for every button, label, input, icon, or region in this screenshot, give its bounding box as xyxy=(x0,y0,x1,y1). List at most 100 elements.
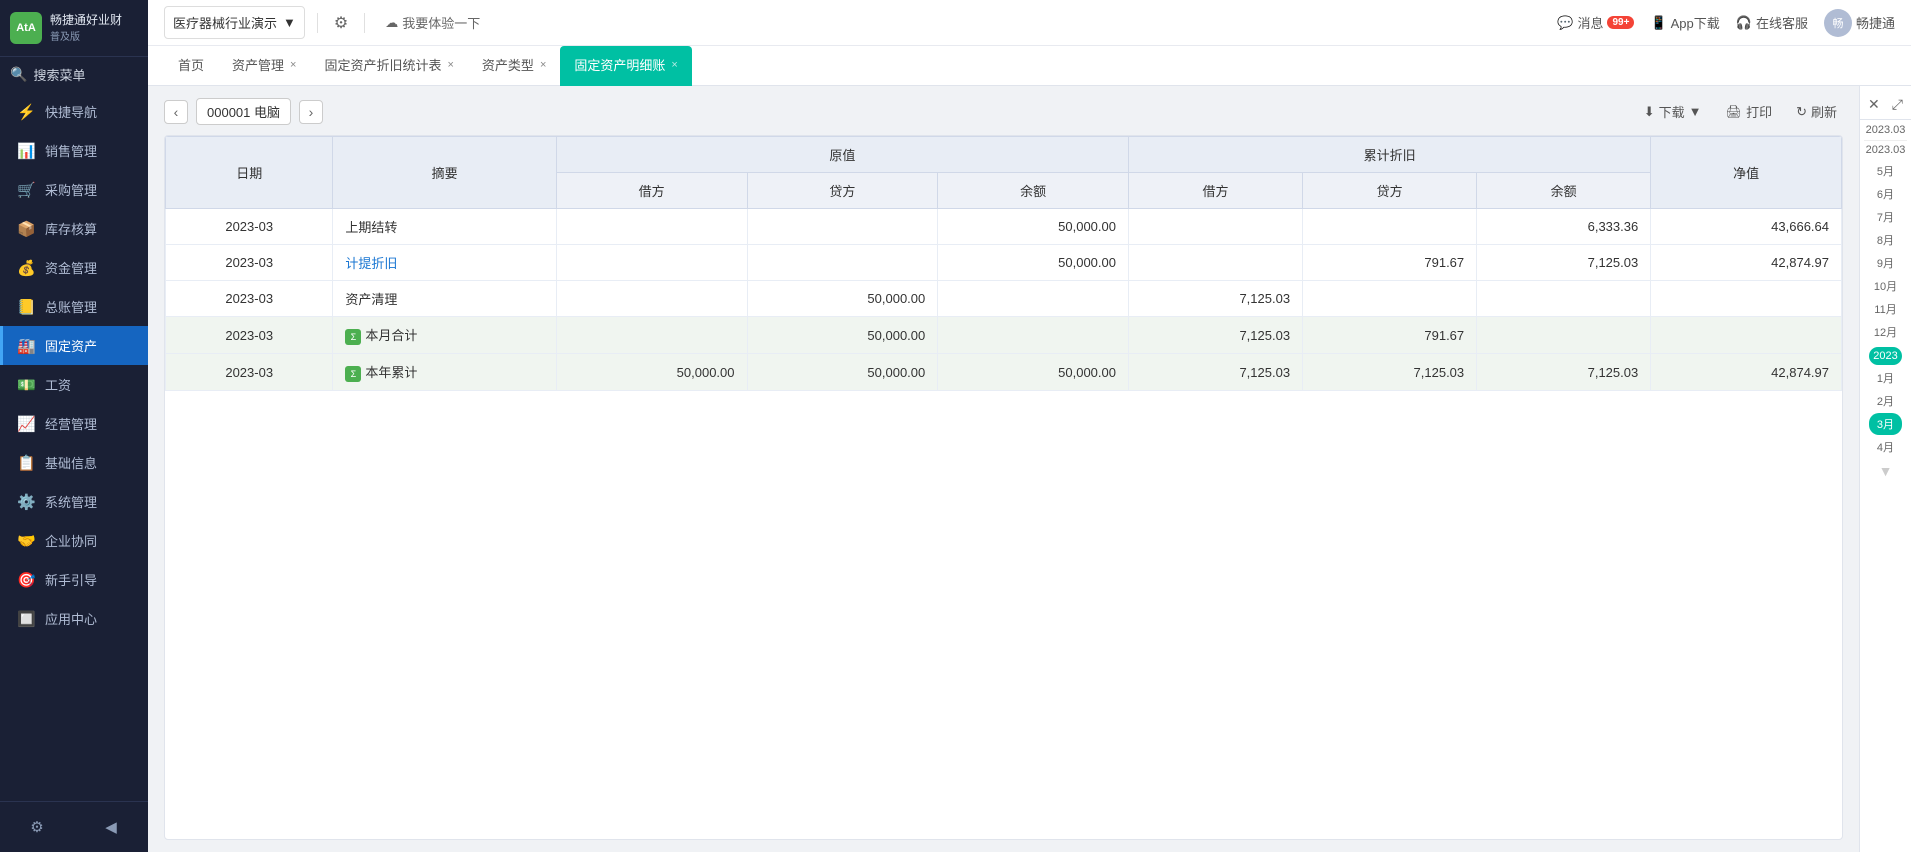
col-dep-debit: 借方 xyxy=(1128,173,1302,209)
settings-bottom-icon: ⚙ xyxy=(30,819,43,836)
tab-close-icon[interactable]: × xyxy=(447,59,453,71)
tab-close-icon[interactable]: × xyxy=(671,59,677,71)
settings-bottom-btn[interactable]: ⚙ xyxy=(0,810,74,844)
tab-asset-type[interactable]: 资产类型 × xyxy=(468,46,560,86)
message-badge: 99+ xyxy=(1607,16,1634,29)
timeline-month-4[interactable]: 4月 xyxy=(1869,436,1901,458)
timeline-year-badge[interactable]: 2023 xyxy=(1869,347,1901,365)
app-center-icon: 🔲 xyxy=(17,610,35,628)
col-date: 日期 xyxy=(166,137,333,209)
col-original-value: 原值 xyxy=(556,137,1128,173)
sidebar-item-purchase[interactable]: 🛒 采购管理 xyxy=(0,170,148,209)
timeline-month-10[interactable]: 10月 xyxy=(1869,275,1901,297)
cell-orig-debit xyxy=(556,245,747,281)
message-icon: 💬 xyxy=(1557,15,1573,31)
sidebar-scroll: 📊 销售管理 🛒 采购管理 📦 库存核算 💰 资金管理 📒 总账管理 🏭 固定资… xyxy=(0,131,148,801)
sidebar-item-system[interactable]: ⚙️ 系统管理 xyxy=(0,482,148,521)
next-asset-btn[interactable]: › xyxy=(299,100,323,124)
table-row: 2023-03 资产清理 50,000.00 7,125.03 xyxy=(166,281,1842,317)
panel-close-icon[interactable]: ✕ xyxy=(1866,94,1882,115)
cell-dep-balance: 7,125.03 xyxy=(1477,354,1651,391)
search-menu[interactable]: 🔍 搜索菜单 xyxy=(0,57,148,92)
experience-btn[interactable]: ☁ 我要体验一下 xyxy=(385,13,480,32)
panel-expand-icon[interactable]: ⤢ xyxy=(1890,94,1905,115)
sidebar-item-label: 企业协同 xyxy=(45,531,97,550)
asset-code-tag: 000001 电脑 xyxy=(196,98,291,125)
message-btn[interactable]: 💬 消息 99+ xyxy=(1557,13,1634,32)
timeline-month-8[interactable]: 8月 xyxy=(1869,229,1901,251)
sidebar-item-label: 基础信息 xyxy=(45,453,97,472)
sidebar-item-label: 采购管理 xyxy=(45,180,97,199)
timeline-month-3[interactable]: 3月 xyxy=(1869,413,1901,435)
inventory-icon: 📦 xyxy=(17,220,35,238)
sidebar-item-guide[interactable]: 🎯 新手引导 xyxy=(0,560,148,599)
tab-home[interactable]: 首页 xyxy=(164,46,218,86)
search-icon: 🔍 xyxy=(10,66,27,83)
cell-orig-balance: 50,000.00 xyxy=(938,209,1129,245)
timeline-month-12[interactable]: 12月 xyxy=(1869,321,1901,343)
cell-date: 2023-03 xyxy=(166,245,333,281)
tab-asset-detail[interactable]: 固定资产明细账 × xyxy=(560,46,691,86)
timeline-month-9[interactable]: 9月 xyxy=(1869,252,1901,274)
timeline-month-2[interactable]: 2月 xyxy=(1869,390,1901,412)
sidebar-item-app-center[interactable]: 🔲 应用中心 xyxy=(0,599,148,638)
tab-close-icon[interactable]: × xyxy=(540,59,546,71)
sidebar-item-label: 工资 xyxy=(45,375,71,394)
download-btn[interactable]: ⬇ 下载 ▼ xyxy=(1638,98,1708,125)
sidebar-item-basic-info[interactable]: 📋 基础信息 xyxy=(0,443,148,482)
sidebar-item-ledger[interactable]: 📒 总账管理 xyxy=(0,287,148,326)
tabs-bar: 首页 资产管理 × 固定资产折旧统计表 × 资产类型 × 固定资产明细账 × xyxy=(148,46,1911,86)
content-area: ‹ 000001 电脑 › ⬇ 下载 ▼ 🖨 打印 ↻ xyxy=(148,86,1911,852)
cell-net-value xyxy=(1651,317,1842,354)
sidebar-item-inventory[interactable]: 📦 库存核算 xyxy=(0,209,148,248)
timeline-month-5[interactable]: 5月 xyxy=(1869,160,1901,182)
sidebar-item-label: 销售管理 xyxy=(45,141,97,160)
sidebar-item-salary[interactable]: 💵 工资 xyxy=(0,365,148,404)
timeline-down-arrow[interactable]: ▼ xyxy=(1865,459,1905,483)
refresh-btn[interactable]: ↻ 刷新 xyxy=(1790,98,1843,125)
cell-date: 2023-03 xyxy=(166,317,333,354)
download-dropdown-icon: ▼ xyxy=(1689,104,1702,119)
sidebar-item-label: 新手引导 xyxy=(45,570,97,589)
company-selector[interactable]: 医疗器械行业演示 ▼ xyxy=(164,6,305,39)
cell-orig-balance xyxy=(938,317,1129,354)
cell-summary: Σ本月合计 xyxy=(333,317,556,354)
collapse-btn[interactable]: ◀ xyxy=(74,810,148,844)
prev-asset-btn[interactable]: ‹ xyxy=(164,100,188,124)
sidebar-item-quick-nav[interactable]: ⚡ 快捷导航 xyxy=(0,92,148,131)
user-info[interactable]: 畅 畅捷通 xyxy=(1824,9,1895,37)
topbar: 医疗器械行业演示 ▼ ⚙ ☁ 我要体验一下 💬 消息 99+ 📱 App下载 🎧… xyxy=(148,0,1911,46)
tab-close-icon[interactable]: × xyxy=(290,59,296,71)
cell-dep-debit: 7,125.03 xyxy=(1128,281,1302,317)
user-label: 畅捷通 xyxy=(1856,13,1895,32)
sidebar-item-sales[interactable]: 📊 销售管理 xyxy=(0,131,148,170)
timeline-month-7[interactable]: 7月 xyxy=(1869,206,1901,228)
cell-dep-debit xyxy=(1128,209,1302,245)
sidebar-item-operation[interactable]: 📈 经营管理 xyxy=(0,404,148,443)
operation-icon: 📈 xyxy=(17,415,35,433)
col-orig-debit: 借方 xyxy=(556,173,747,209)
topbar-settings-btn[interactable]: ⚙ xyxy=(330,9,352,37)
timeline-month-6[interactable]: 6月 xyxy=(1869,183,1901,205)
tab-asset-mgmt[interactable]: 资产管理 × xyxy=(218,46,310,86)
search-menu-label: 搜索菜单 xyxy=(33,65,85,84)
app-title: 畅捷通好业财 xyxy=(50,13,122,29)
print-btn[interactable]: 🖨 打印 xyxy=(1720,98,1779,125)
sidebar-item-fixed-assets[interactable]: 🏭 固定资产 xyxy=(0,326,148,365)
cell-summary[interactable]: 计提折旧 xyxy=(333,245,556,281)
subtoolbar: ‹ 000001 电脑 › ⬇ 下载 ▼ 🖨 打印 ↻ xyxy=(164,98,1843,125)
tab-label: 固定资产折旧统计表 xyxy=(324,55,441,74)
sidebar-item-label: 库存核算 xyxy=(45,219,97,238)
app-download-btn[interactable]: 📱 App下载 xyxy=(1650,13,1719,32)
service-btn[interactable]: 🎧 在线客服 xyxy=(1736,13,1808,32)
download-label: 下载 xyxy=(1659,102,1685,121)
ledger-icon: 📒 xyxy=(17,298,35,316)
app-icon: 📱 xyxy=(1650,15,1666,31)
sidebar-item-enterprise[interactable]: 🤝 企业协同 xyxy=(0,521,148,560)
timeline-month-11[interactable]: 11月 xyxy=(1869,298,1901,320)
timeline-month-1[interactable]: 1月 xyxy=(1869,367,1901,389)
refresh-icon: ↻ xyxy=(1796,104,1807,120)
tab-depreciation-table[interactable]: 固定资产折旧统计表 × xyxy=(310,46,467,86)
sidebar-item-finance[interactable]: 💰 资金管理 xyxy=(0,248,148,287)
company-name: 医疗器械行业演示 xyxy=(173,13,277,32)
